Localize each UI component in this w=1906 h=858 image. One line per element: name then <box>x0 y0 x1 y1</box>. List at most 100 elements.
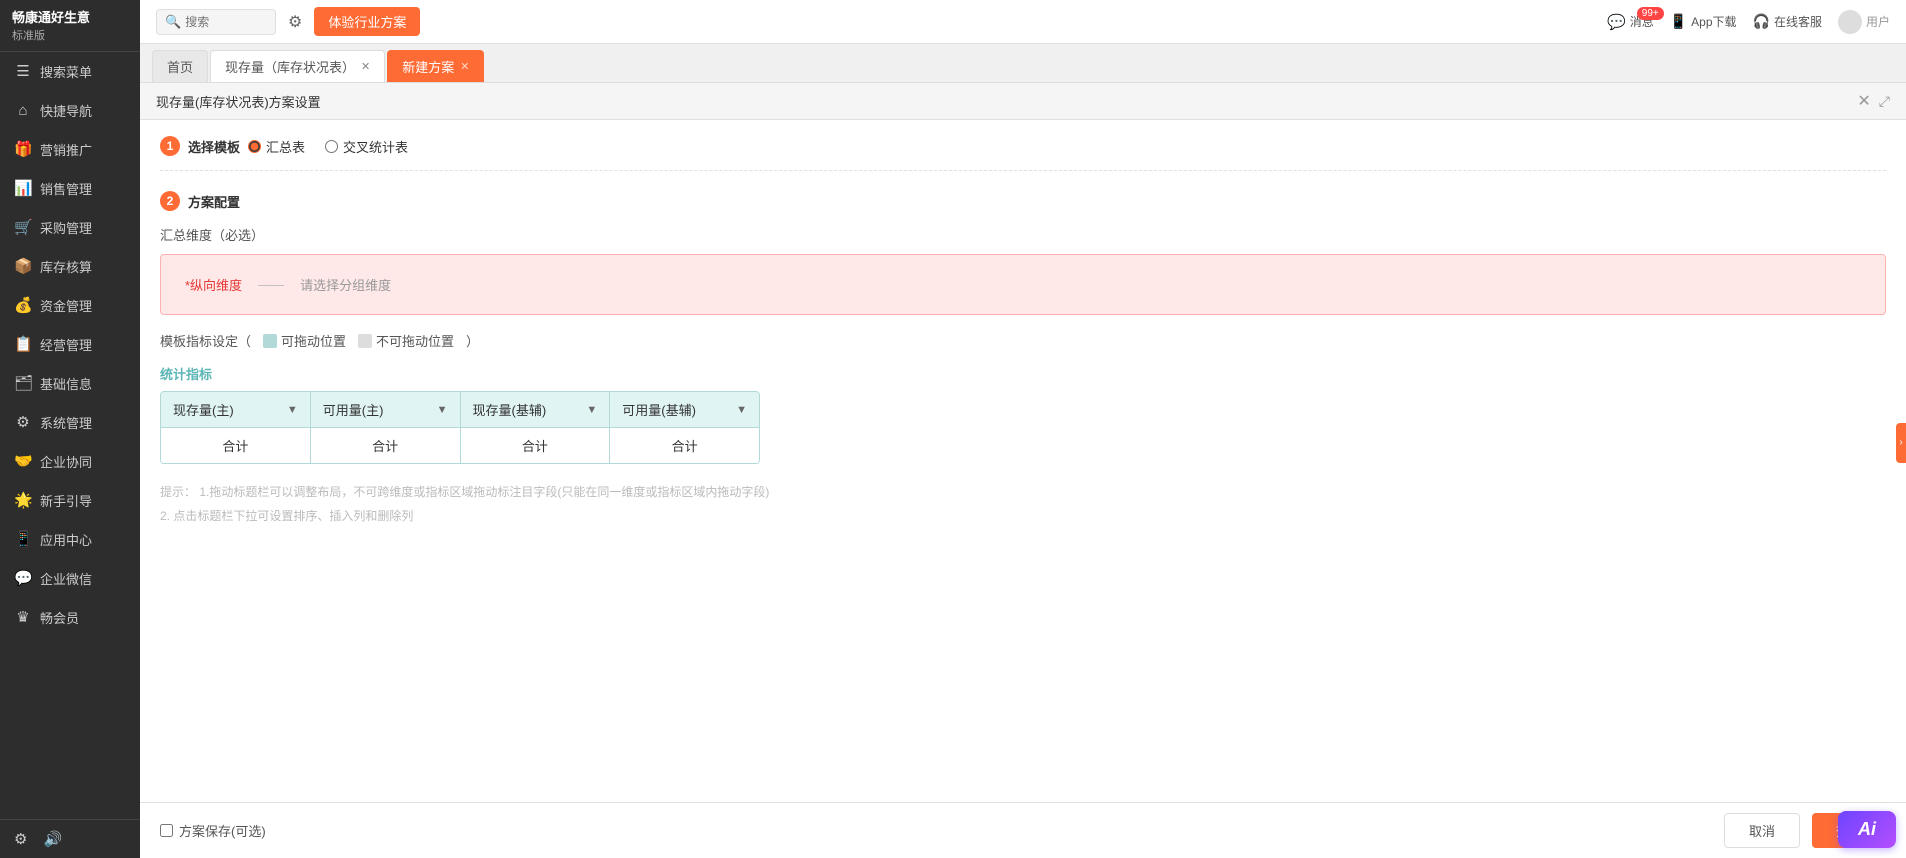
app-download-label: App下载 <box>1691 13 1736 30</box>
sidebar-item-enterprise-wechat[interactable]: 💬 企业微信 <box>0 559 140 598</box>
indicator-settings-suffix: ） <box>466 331 479 350</box>
messages-item[interactable]: 💬 消息 99+ <box>1607 13 1654 31</box>
sidebar-item-search-menu[interactable]: ☰ 搜索菜单 <box>0 52 140 91</box>
tab-home-label: 首页 <box>167 57 193 76</box>
sidebar-item-label: 应用中心 <box>40 530 92 549</box>
sidebar-item-sales[interactable]: 📊 销售管理 <box>0 169 140 208</box>
app-download-item[interactable]: 📱 App下载 <box>1670 13 1737 30</box>
sidebar-item-base-info[interactable]: 🗂 基础信息 <box>0 364 140 403</box>
main-section: 1 选择模板 汇总表 交叉统计表 <box>140 120 1906 564</box>
radio-cross-input[interactable] <box>325 140 338 153</box>
close-button[interactable]: ✕ <box>1857 91 1870 111</box>
tip-text-2: 2. 点击标题栏下拉可设置排序、插入列和删除列 <box>160 504 413 528</box>
app-subtitle: 标准版 <box>12 27 128 43</box>
sales-icon: 📊 <box>14 179 32 197</box>
enterprise-wechat-icon: 💬 <box>14 569 32 587</box>
settings-gear-icon[interactable]: ⚙ <box>288 12 302 32</box>
user-avatar-item[interactable]: 用户 <box>1838 10 1890 34</box>
ai-button[interactable]: Ai <box>1838 811 1896 848</box>
stats-col-available-main[interactable]: 可用量(主) ▼ <box>311 392 461 427</box>
sidebar-item-finance[interactable]: 💰 资金管理 <box>0 286 140 325</box>
topbar: 🔍 ⚙ 体验行业方案 💬 消息 99+ 📱 App下载 🎧 在线客服 用 <box>140 0 1906 44</box>
tab-inventory-close-icon[interactable]: ✕ <box>361 60 370 73</box>
indicator-settings-label: 模板指标设定（ <box>160 331 251 350</box>
quick-nav-icon: ⌂ <box>14 102 32 119</box>
sidebar-item-label: 经营管理 <box>40 335 92 354</box>
sidebar-item-label: 基础信息 <box>40 374 92 393</box>
radio-cross[interactable]: 交叉统计表 <box>325 137 408 156</box>
dimension-area[interactable]: *纵向维度 —— 请选择分组维度 <box>160 254 1886 315</box>
industry-plan-button[interactable]: 体验行业方案 <box>314 7 420 36</box>
chevron-down-icon-2[interactable]: ▼ <box>586 404 597 416</box>
sidebar-item-operations[interactable]: 📋 经营管理 <box>0 325 140 364</box>
tab-inventory-status[interactable]: 现存量（库存状况表） ✕ <box>210 50 385 82</box>
tab-new-scheme[interactable]: 新建方案 ✕ <box>387 50 484 82</box>
tab-new-scheme-close-icon[interactable]: ✕ <box>460 60 469 73</box>
step1-title: 选择模板 <box>188 137 240 156</box>
page-title: 现存量(库存状况表)方案设置 <box>156 92 321 111</box>
topbar-left: 🔍 ⚙ 体验行业方案 <box>156 7 420 36</box>
sidebar-item-label: 新手引导 <box>40 491 92 510</box>
sidebar-item-label: 系统管理 <box>40 413 92 432</box>
no-drag-badge: 不可拖动位置 <box>358 331 454 350</box>
chevron-down-icon-3[interactable]: ▼ <box>736 404 747 416</box>
sidebar-logo: 畅康通好生意 标准版 <box>0 0 140 52</box>
stats-cell-0: 合计 <box>161 428 311 463</box>
expand-button[interactable]: ⤢ <box>1879 91 1890 111</box>
stats-col-available-aux[interactable]: 可用量(基辅) ▼ <box>610 392 759 427</box>
tip-text-1: 提示： 1.拖动标题栏可以调整布局，不可跨维度或指标区域拖动标注目字段(只能在同… <box>160 480 769 504</box>
user-name: 用户 <box>1866 13 1890 30</box>
sidebar-item-quick-nav[interactable]: ⌂ 快捷导航 <box>0 91 140 130</box>
stats-col-current-aux-label: 现存量(基辅) <box>473 400 547 419</box>
sidebar-item-label: 企业微信 <box>40 569 92 588</box>
chevron-down-icon-0[interactable]: ▼ <box>287 404 298 416</box>
search-input[interactable] <box>185 15 265 29</box>
right-panel-arrow[interactable]: › <box>1896 423 1906 463</box>
radio-summary[interactable]: 汇总表 <box>248 137 305 156</box>
step1-block: 1 选择模板 汇总表 交叉统计表 <box>160 136 1886 171</box>
sidebar-item-marketing[interactable]: 🎁 营销推广 <box>0 130 140 169</box>
operations-icon: 📋 <box>14 335 32 353</box>
save-option-label: 方案保存(可选) <box>179 821 266 840</box>
sidebar-item-purchase[interactable]: 🛒 采购管理 <box>0 208 140 247</box>
cancel-button[interactable]: 取消 <box>1724 813 1800 848</box>
online-service-label: 在线客服 <box>1774 13 1822 30</box>
sidebar-item-app-center[interactable]: 📱 应用中心 <box>0 520 140 559</box>
stats-col-current-aux[interactable]: 现存量(基辅) ▼ <box>461 392 611 427</box>
audio-icon[interactable]: 🔊 <box>43 830 62 848</box>
sidebar-item-label: 采购管理 <box>40 218 92 237</box>
search-icon: 🔍 <box>165 14 181 30</box>
system-icon: ⚙ <box>14 413 32 431</box>
headset-icon: 🎧 <box>1753 13 1770 30</box>
tip-line-2: 2. 点击标题栏下拉可设置排序、插入列和删除列 <box>160 504 1886 528</box>
tab-home[interactable]: 首页 <box>152 50 208 82</box>
indicator-settings-bar: 模板指标设定（ 可拖动位置 不可拖动位置 ） <box>160 331 1886 350</box>
sidebar-nav: ☰ 搜索菜单 ⌂ 快捷导航 🎁 营销推广 📊 销售管理 🛒 采购管理 📦 库存核… <box>0 52 140 819</box>
online-service-item[interactable]: 🎧 在线客服 <box>1753 13 1822 30</box>
no-drag-icon <box>358 334 372 348</box>
stats-col-current-main[interactable]: 现存量(主) ▼ <box>161 392 311 427</box>
sidebar-item-enterprise[interactable]: 🤝 企业协同 <box>0 442 140 481</box>
tab-inventory-label: 现存量（库存状况表） <box>225 57 355 76</box>
save-option[interactable]: 方案保存(可选) <box>160 821 266 840</box>
tip-line-1: 提示： 1.拖动标题栏可以调整布局，不可跨维度或指标区域拖动标注目字段(只能在同… <box>160 480 1886 504</box>
step1-divider <box>160 170 1886 171</box>
radio-cross-label: 交叉统计表 <box>343 137 408 156</box>
sidebar-item-label: 资金管理 <box>40 296 92 315</box>
enterprise-icon: 🤝 <box>14 452 32 470</box>
content-header: 现存量(库存状况表)方案设置 ✕ ⤢ <box>140 83 1906 120</box>
sidebar-item-inventory[interactable]: 📦 库存核算 <box>0 247 140 286</box>
stats-cell-2: 合计 <box>461 428 611 463</box>
sidebar-item-newbie[interactable]: 🌟 新手引导 <box>0 481 140 520</box>
main-area: 🔍 ⚙ 体验行业方案 💬 消息 99+ 📱 App下载 🎧 在线客服 用 <box>140 0 1906 858</box>
tips-section: 提示： 1.拖动标题栏可以调整布局，不可跨维度或指标区域拖动标注目字段(只能在同… <box>160 480 1886 528</box>
settings-icon[interactable]: ⚙ <box>14 830 27 848</box>
save-option-checkbox[interactable] <box>160 824 173 837</box>
chevron-down-icon-1[interactable]: ▼ <box>437 404 448 416</box>
app-title: 畅康通好生意 <box>12 10 128 27</box>
sidebar-item-system[interactable]: ⚙ 系统管理 <box>0 403 140 442</box>
sidebar-item-vip[interactable]: ♛ 畅会员 <box>0 598 140 637</box>
search-box[interactable]: 🔍 <box>156 9 276 35</box>
radio-summary-input[interactable] <box>248 140 261 153</box>
stats-col-current-main-label: 现存量(主) <box>173 400 234 419</box>
